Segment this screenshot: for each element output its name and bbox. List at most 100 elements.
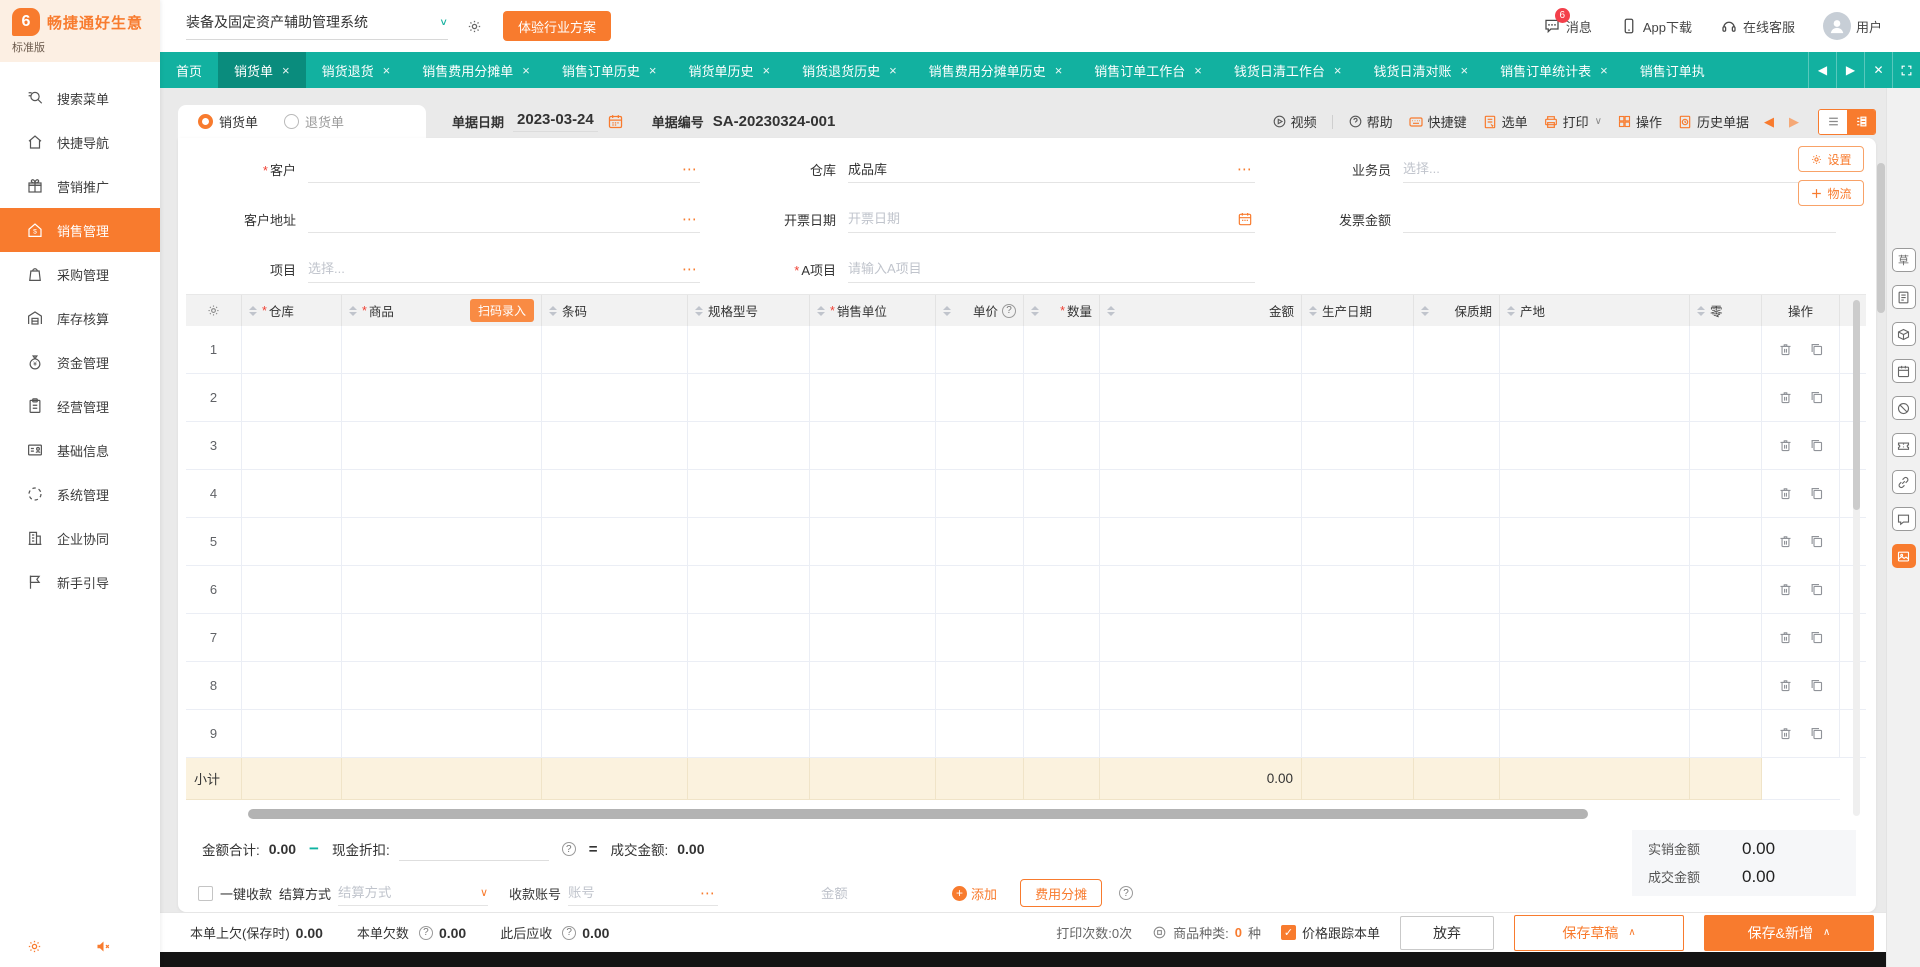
tab-close-icon[interactable]: × xyxy=(522,63,530,78)
cell[interactable] xyxy=(1414,422,1500,469)
system-select[interactable]: 装备及固定资产辅助管理系统 ∨ xyxy=(186,12,448,40)
cell[interactable] xyxy=(810,326,936,373)
header-gear-icon[interactable] xyxy=(466,18,483,35)
tab-3[interactable]: 销货退货 × xyxy=(306,52,407,88)
invoice-date-input[interactable] xyxy=(848,211,1235,226)
sidebar-item-5[interactable]: 采购管理 xyxy=(0,252,160,296)
sort-icon[interactable] xyxy=(249,305,257,316)
cell[interactable] xyxy=(936,326,1024,373)
sort-icon[interactable] xyxy=(1309,305,1317,316)
cell[interactable] xyxy=(542,326,688,373)
help-circle-icon[interactable]: ? xyxy=(562,925,577,940)
cell[interactable] xyxy=(810,374,936,421)
tab-9[interactable]: 销售订单工作台 × xyxy=(1078,52,1218,88)
cell[interactable] xyxy=(936,710,1024,757)
cell[interactable] xyxy=(1100,470,1302,517)
next-doc-icon[interactable]: ▶ xyxy=(1789,114,1799,130)
cell[interactable] xyxy=(542,710,688,757)
cell[interactable] xyxy=(1690,518,1762,565)
cell[interactable] xyxy=(1024,566,1100,613)
ellipsis-icon[interactable]: ⋯ xyxy=(680,260,700,278)
card-view-icon[interactable] xyxy=(1847,109,1875,134)
cell[interactable] xyxy=(1690,326,1762,373)
cell[interactable] xyxy=(1302,374,1414,421)
invoice-amount-input[interactable] xyxy=(1403,211,1836,226)
cell[interactable] xyxy=(1414,614,1500,661)
cell[interactable] xyxy=(542,614,688,661)
cell[interactable] xyxy=(542,470,688,517)
cell[interactable] xyxy=(542,374,688,421)
cell[interactable] xyxy=(936,422,1024,469)
help-circle-icon[interactable]: ? xyxy=(418,925,433,940)
discard-button[interactable]: 放弃 xyxy=(1400,915,1494,950)
cell[interactable] xyxy=(810,566,936,613)
doc-date-value[interactable]: 2023-03-24 xyxy=(513,111,598,132)
tab-close-icon[interactable]: × xyxy=(1461,63,1469,78)
sidebar-item-3[interactable]: 营销推广 xyxy=(0,164,160,208)
account-select[interactable]: ⋯ xyxy=(568,880,719,906)
cell[interactable] xyxy=(810,710,936,757)
cell[interactable] xyxy=(688,326,810,373)
tabs-scroll-right-icon[interactable]: ▶ xyxy=(1836,52,1864,88)
cell[interactable] xyxy=(936,374,1024,421)
salesman-input[interactable] xyxy=(1403,161,1816,176)
delete-row-icon[interactable] xyxy=(1778,438,1793,453)
sort-icon[interactable] xyxy=(943,305,951,316)
cell[interactable] xyxy=(1414,326,1500,373)
tab-2[interactable]: 销货单 × xyxy=(218,52,306,88)
cell[interactable] xyxy=(936,566,1024,613)
calendar-icon[interactable] xyxy=(607,113,624,130)
cell[interactable] xyxy=(810,662,936,709)
cell[interactable] xyxy=(688,518,810,565)
cell[interactable] xyxy=(242,326,342,373)
cell[interactable] xyxy=(242,662,342,709)
cell[interactable] xyxy=(342,326,542,373)
cell[interactable] xyxy=(1302,470,1414,517)
cell[interactable] xyxy=(1414,470,1500,517)
scan-entry-button[interactable]: 扫码录入 xyxy=(469,299,534,322)
settle-method-input[interactable] xyxy=(338,885,480,900)
cell[interactable] xyxy=(1500,518,1690,565)
sort-icon[interactable] xyxy=(349,305,357,316)
tab-4[interactable]: 销售费用分摊单 × xyxy=(406,52,546,88)
cell[interactable] xyxy=(1024,518,1100,565)
delete-row-icon[interactable] xyxy=(1778,390,1793,405)
cell[interactable] xyxy=(1024,326,1100,373)
doc-type-return-radio[interactable]: 退货单 xyxy=(284,112,344,131)
cell[interactable] xyxy=(342,614,542,661)
tab-12[interactable]: 销售订单统计表 × xyxy=(1484,52,1624,88)
cell[interactable] xyxy=(1414,710,1500,757)
cell[interactable] xyxy=(542,422,688,469)
table-settings-gear-icon[interactable] xyxy=(186,295,242,326)
a-project-input[interactable] xyxy=(848,261,1255,276)
draft-note-icon[interactable]: 草 xyxy=(1891,248,1916,272)
tab-close-icon[interactable]: × xyxy=(1194,63,1202,78)
cell[interactable] xyxy=(1024,710,1100,757)
tab-close-icon[interactable]: × xyxy=(762,63,770,78)
ellipsis-icon[interactable]: ⋯ xyxy=(1235,160,1255,178)
tab-6[interactable]: 销货单历史 × xyxy=(672,52,786,88)
warehouse-input[interactable] xyxy=(848,161,1235,176)
sidebar-item-7[interactable]: ¥ 资金管理 xyxy=(0,340,160,384)
try-industry-solution-button[interactable]: 体验行业方案 xyxy=(503,11,612,41)
cell[interactable] xyxy=(1302,422,1414,469)
horizontal-scrollbar-thumb[interactable] xyxy=(248,809,1588,819)
cell[interactable] xyxy=(1500,566,1690,613)
cell[interactable] xyxy=(342,422,542,469)
cell[interactable] xyxy=(810,422,936,469)
tab-close-icon[interactable]: × xyxy=(1055,63,1063,78)
chat-icon[interactable] xyxy=(1891,507,1916,531)
tabs-scroll-left-icon[interactable]: ◀ xyxy=(1808,52,1836,88)
cell[interactable] xyxy=(342,518,542,565)
cell[interactable] xyxy=(1414,662,1500,709)
cell[interactable] xyxy=(1302,614,1414,661)
cell[interactable] xyxy=(1414,566,1500,613)
cell[interactable] xyxy=(242,374,342,421)
customer-address-input[interactable] xyxy=(308,211,680,226)
pay-amount-input[interactable] xyxy=(821,885,932,901)
tab-13[interactable]: 销售订单执 xyxy=(1624,52,1721,88)
save-draft-button[interactable]: 保存草稿 ∧ xyxy=(1514,914,1684,951)
cell[interactable] xyxy=(688,422,810,469)
cell[interactable] xyxy=(936,518,1024,565)
cell[interactable] xyxy=(1302,710,1414,757)
